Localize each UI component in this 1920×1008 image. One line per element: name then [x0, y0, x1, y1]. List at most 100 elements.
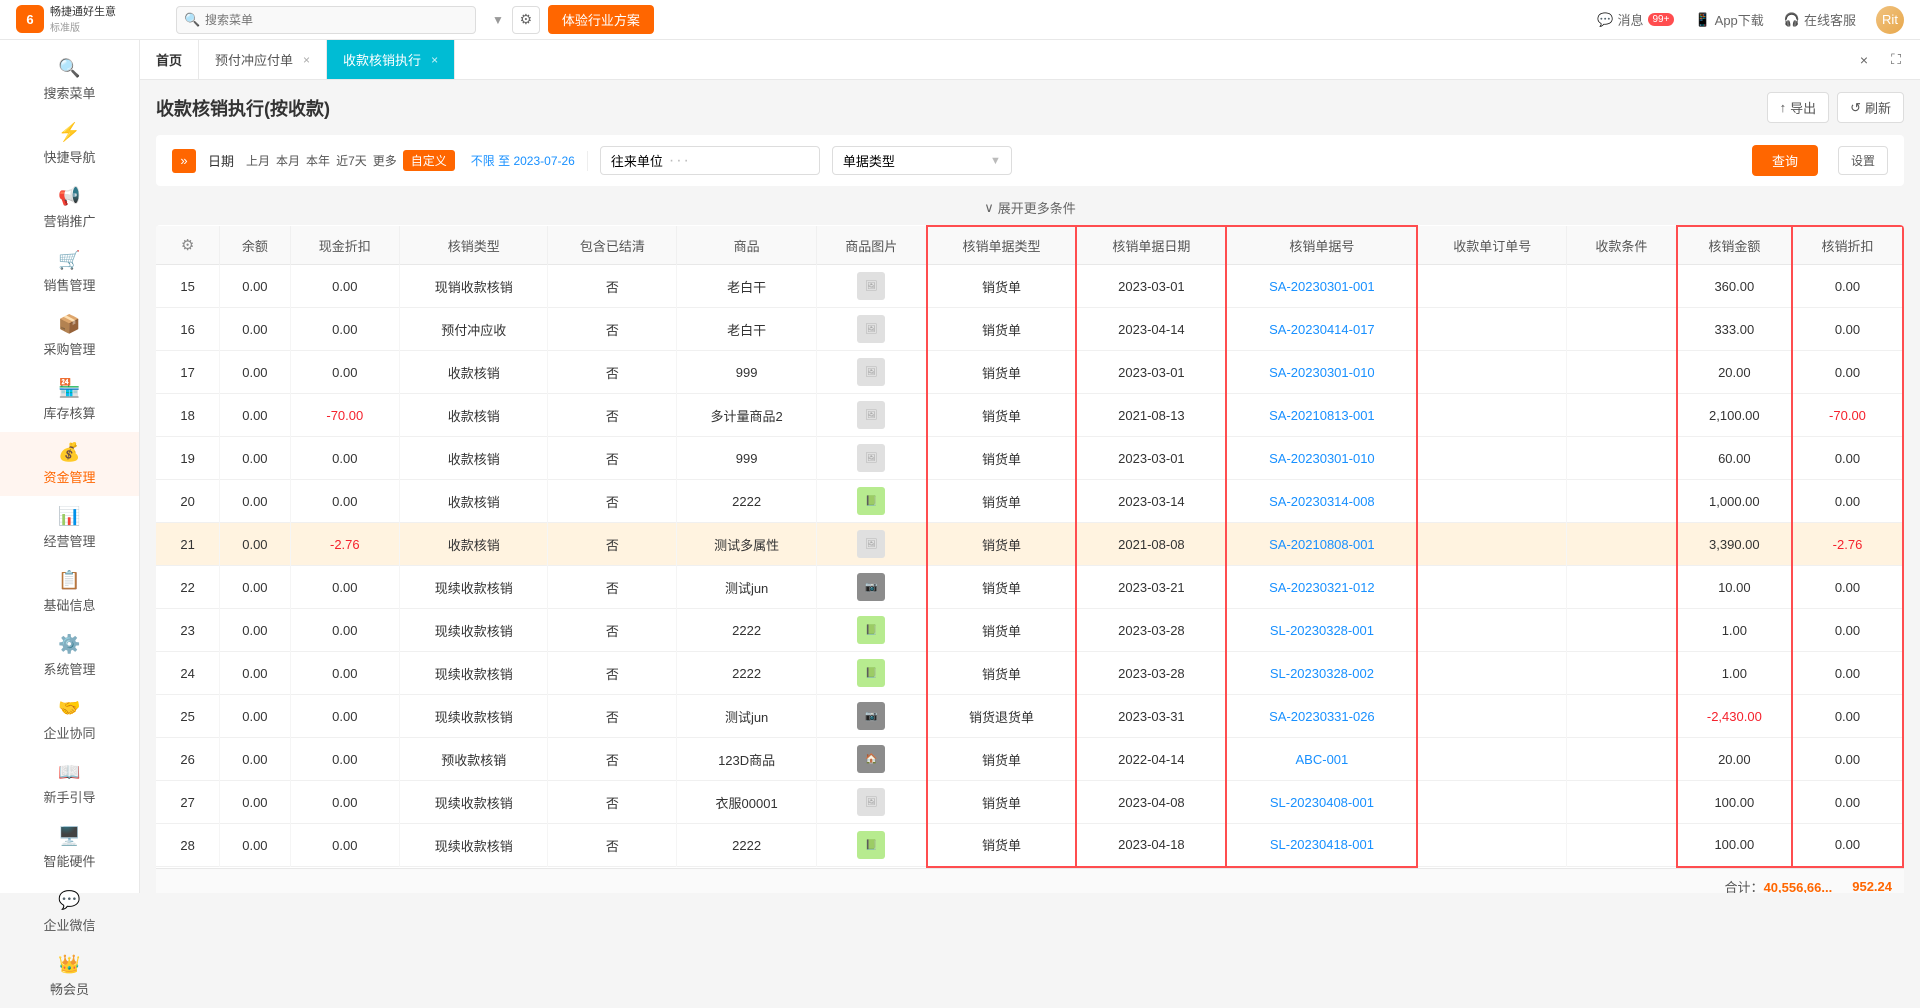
row-write-off-discount: 0.00: [1792, 351, 1903, 394]
gear-button[interactable]: ⚙: [512, 6, 540, 34]
refresh-button[interactable]: ↺ 刷新: [1837, 92, 1904, 123]
row-bill-no[interactable]: SL-20230418-001: [1226, 824, 1417, 867]
sidebar-item-wechat[interactable]: 💬 企业微信: [0, 880, 139, 944]
top-dropdown[interactable]: ▼: [492, 13, 504, 27]
sidebar-item-marketing[interactable]: 📢 营销推广: [0, 176, 139, 240]
row-receipt-cond: [1567, 824, 1677, 867]
row-write-off-type: 现销收款核销: [400, 265, 548, 308]
sidebar-item-basic[interactable]: 📋 基础信息: [0, 560, 139, 624]
row-goods-img: 📗: [816, 652, 926, 695]
table-row: 23 0.00 0.00 现续收款核销 否 2222 📗 销货单 2023-03…: [156, 609, 1903, 652]
row-bill-no[interactable]: SA-20230301-010: [1226, 437, 1417, 480]
row-bill-no[interactable]: SA-20230414-017: [1226, 308, 1417, 351]
solution-button[interactable]: 体验行业方案: [548, 5, 654, 34]
date-last-month[interactable]: 上月: [246, 152, 270, 169]
sidebar-item-label: 企业协同: [43, 723, 95, 742]
top-search-input[interactable]: [176, 6, 476, 34]
sidebar-item-hardware[interactable]: 🖥️ 智能硬件: [0, 816, 139, 880]
row-receipt-cond: [1567, 695, 1677, 738]
bill-type-filter[interactable]: 单据类型 ▼: [832, 146, 1012, 175]
bill-no-link[interactable]: SA-20230301-010: [1269, 451, 1375, 466]
sidebar-item-search[interactable]: 🔍 搜索菜单: [0, 48, 139, 112]
row-balance: 0.00: [220, 480, 290, 523]
row-bill-no[interactable]: SA-20230331-026: [1226, 695, 1417, 738]
row-bill-no[interactable]: SA-20230301-010: [1226, 351, 1417, 394]
top-search[interactable]: 🔍: [176, 6, 476, 34]
row-bill-type: 销货单: [927, 738, 1077, 781]
row-bill-no[interactable]: SA-20210808-001: [1226, 523, 1417, 566]
row-bill-type: 销货单: [927, 523, 1077, 566]
message-btn[interactable]: 💬 消息 99+: [1597, 10, 1674, 29]
date-this-month[interactable]: 本月: [276, 152, 300, 169]
goods-img-icon: 🖼: [857, 530, 885, 558]
row-write-off-discount: 0.00: [1792, 566, 1903, 609]
bill-no-link[interactable]: SA-20230301-010: [1269, 365, 1375, 380]
row-bill-no[interactable]: SA-20230314-008: [1226, 480, 1417, 523]
export-button[interactable]: ↑ 导出: [1767, 92, 1830, 123]
row-bill-no[interactable]: SL-20230408-001: [1226, 781, 1417, 824]
bill-no-link[interactable]: SA-20210813-001: [1269, 408, 1375, 423]
col-cash-discount: 现金折扣: [290, 226, 399, 265]
bill-no-link[interactable]: SL-20230328-001: [1270, 623, 1374, 638]
expand-more-button[interactable]: ∨ 展开更多条件: [984, 198, 1076, 217]
date-custom[interactable]: 自定义: [403, 150, 455, 171]
bill-no-link[interactable]: SA-20230331-026: [1269, 709, 1375, 724]
bill-no-link[interactable]: SA-20230414-017: [1269, 322, 1375, 337]
table-row: 15 0.00 0.00 现销收款核销 否 老白干 🖼 销货单 2023-03-…: [156, 265, 1903, 308]
sidebar-item-purchase[interactable]: 📦 采购管理: [0, 304, 139, 368]
tab-home[interactable]: 首页: [140, 40, 199, 79]
setting-button[interactable]: 设置: [1838, 146, 1888, 175]
row-bill-no[interactable]: SA-20230321-012: [1226, 566, 1417, 609]
row-goods-img: 📗: [816, 824, 926, 867]
tab-write-off[interactable]: 收款核销执行 ×: [327, 40, 455, 79]
bill-no-link[interactable]: SA-20230301-001: [1269, 279, 1375, 294]
row-bill-date: 2023-03-28: [1076, 609, 1226, 652]
row-write-off-amount: 100.00: [1677, 781, 1792, 824]
sidebar-item-quick[interactable]: ⚡ 快捷导航: [0, 112, 139, 176]
partner-filter[interactable]: 往来单位 ···: [600, 146, 820, 175]
row-include-settled: 否: [548, 738, 677, 781]
tab-prepaid[interactable]: 预付冲应付单 ×: [199, 40, 327, 79]
bill-no-link[interactable]: SA-20230321-012: [1269, 580, 1375, 595]
sidebar-item-finance[interactable]: 💰 资金管理: [0, 432, 139, 496]
date-7days[interactable]: 近7天: [336, 152, 367, 169]
row-bill-no[interactable]: SL-20230328-001: [1226, 609, 1417, 652]
filter-expand-btn[interactable]: »: [172, 149, 196, 173]
sidebar-item-system[interactable]: ⚙️ 系统管理: [0, 624, 139, 688]
bill-no-link[interactable]: SA-20230314-008: [1269, 494, 1375, 509]
tab-close-btn[interactable]: ×: [1852, 48, 1876, 72]
col-gear[interactable]: ⚙: [156, 226, 220, 265]
row-write-off-amount: 1.00: [1677, 652, 1792, 695]
row-bill-no[interactable]: ABC-001: [1226, 738, 1417, 781]
row-bill-type: 销货单: [927, 824, 1077, 867]
row-write-off-discount: 0.00: [1792, 609, 1903, 652]
sidebar-item-sales[interactable]: 🛒 销售管理: [0, 240, 139, 304]
sidebar-item-member[interactable]: 👑 畅会员: [0, 944, 139, 1008]
bill-no-link[interactable]: SA-20210808-001: [1269, 537, 1375, 552]
sidebar-item-inventory[interactable]: 🏪 库存核算: [0, 368, 139, 432]
bill-no-link[interactable]: SL-20230408-001: [1270, 795, 1374, 810]
date-this-year[interactable]: 本年: [306, 152, 330, 169]
row-bill-no[interactable]: SL-20230328-002: [1226, 652, 1417, 695]
sidebar-item-operation[interactable]: 📊 经营管理: [0, 496, 139, 560]
bill-no-link[interactable]: SL-20230418-001: [1270, 837, 1374, 852]
query-button[interactable]: 查询: [1752, 145, 1818, 176]
row-write-off-amount: 60.00: [1677, 437, 1792, 480]
user-avatar[interactable]: Rit: [1876, 6, 1904, 34]
app-download-btn[interactable]: 📱 App下载: [1694, 10, 1763, 29]
tab-prepaid-close[interactable]: ×: [303, 53, 310, 67]
sidebar-item-collab[interactable]: 🤝 企业协同: [0, 688, 139, 752]
bill-no-link[interactable]: SL-20230328-002: [1270, 666, 1374, 681]
row-goods-img: 🖼: [816, 437, 926, 480]
row-bill-no[interactable]: SA-20210813-001: [1226, 394, 1417, 437]
row-goods-img: 🖼: [816, 308, 926, 351]
online-service-btn[interactable]: 🎧 在线客服: [1784, 10, 1856, 29]
sidebar-item-label: 企业微信: [43, 915, 95, 934]
tab-expand-btn[interactable]: ⛶: [1884, 48, 1908, 72]
tab-write-off-close[interactable]: ×: [431, 53, 438, 67]
row-write-off-discount: 0.00: [1792, 824, 1903, 867]
date-more[interactable]: 更多: [373, 152, 397, 169]
row-bill-no[interactable]: SA-20230301-001: [1226, 265, 1417, 308]
bill-no-link[interactable]: ABC-001: [1296, 752, 1349, 767]
sidebar-item-guide[interactable]: 📖 新手引导: [0, 752, 139, 816]
